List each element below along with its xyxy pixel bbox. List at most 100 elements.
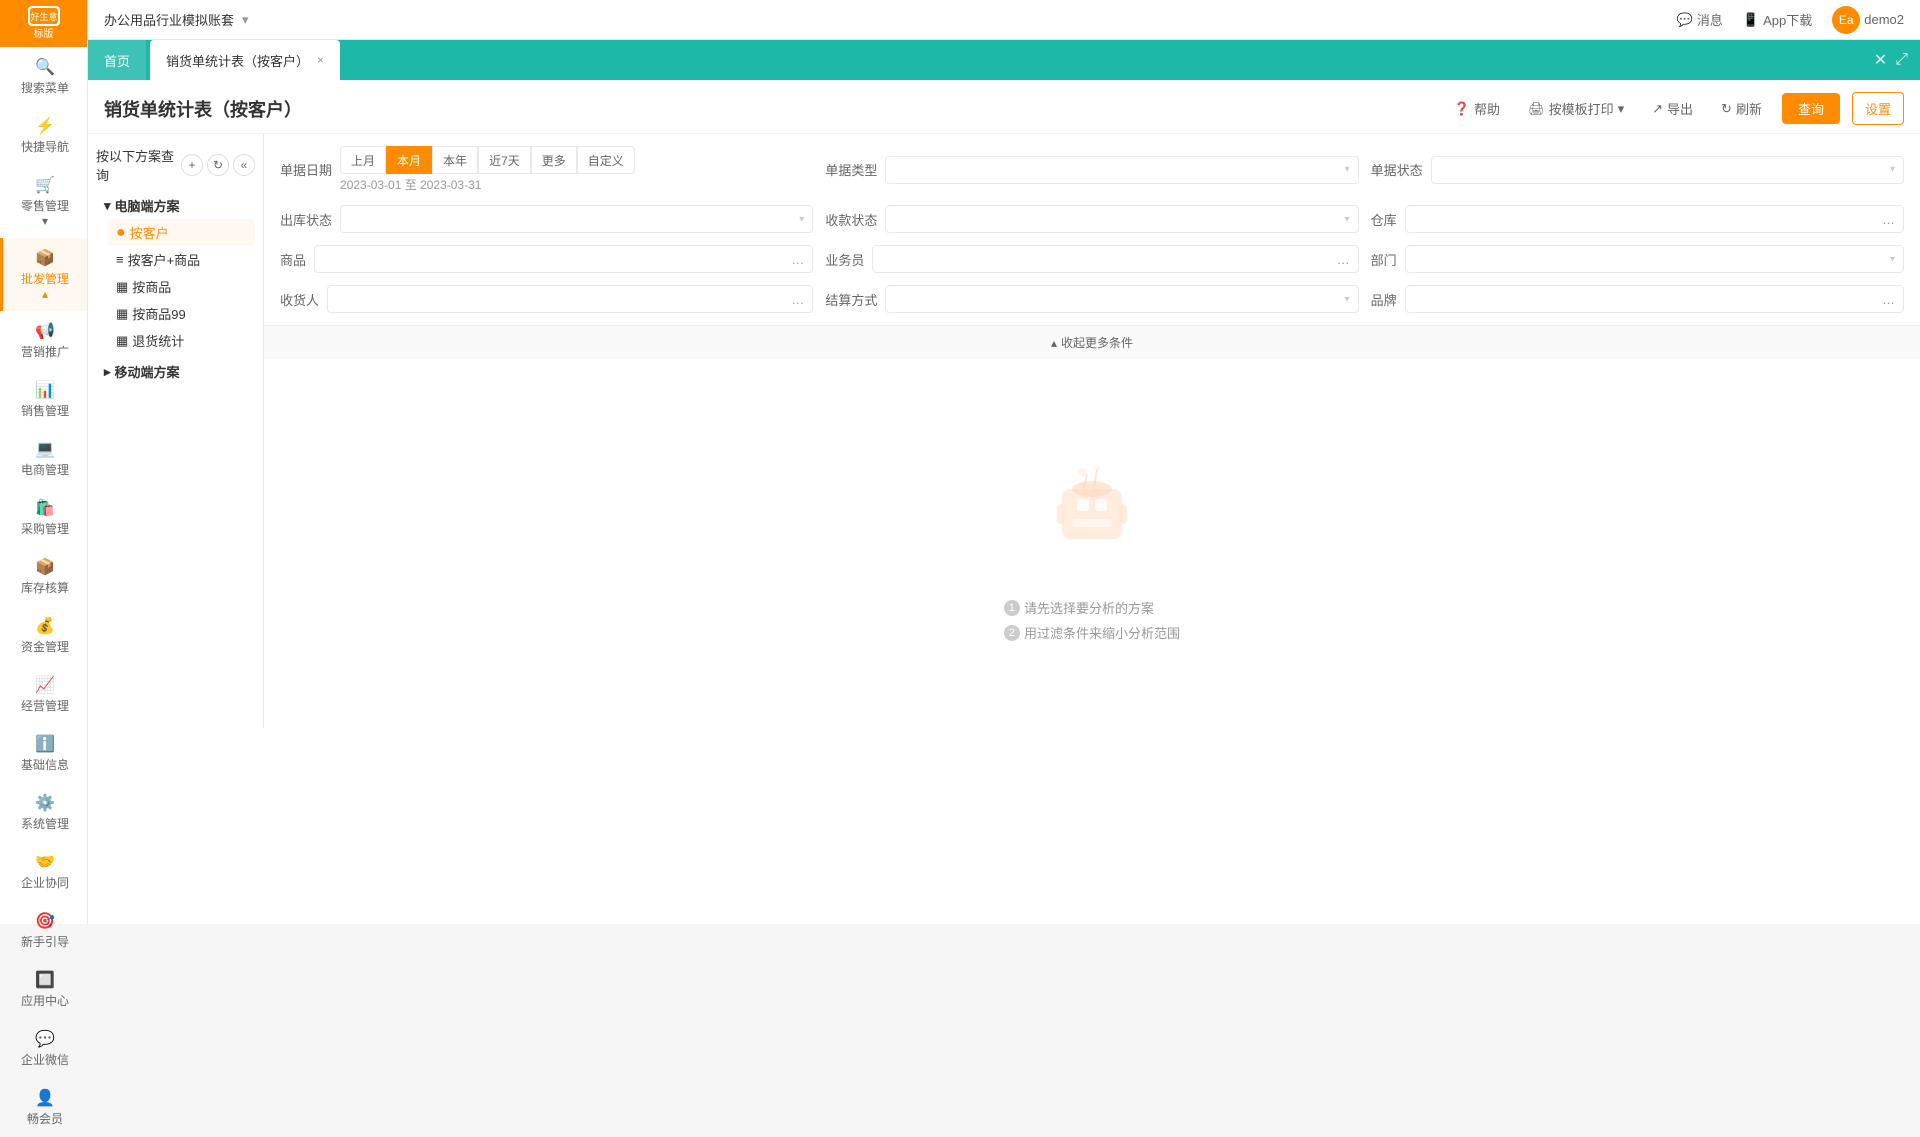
- template-print-button[interactable]: 🖨 按模板打印 ▾: [1520, 95, 1632, 122]
- sidebar-item-label: 营销推广: [7, 343, 83, 360]
- date-last-month[interactable]: 上月: [340, 146, 386, 174]
- dept-select[interactable]: ▾: [1405, 245, 1904, 273]
- message-button[interactable]: 💬 消息: [1677, 10, 1723, 29]
- date-this-month[interactable]: 本月: [386, 146, 432, 174]
- sidebar-item-guide[interactable]: 🎯 新手引导: [0, 901, 87, 960]
- tree-item-by-goods[interactable]: ▦ 按商品: [108, 273, 255, 300]
- receiver-label: 收货人: [280, 290, 319, 309]
- collapse-panel-button[interactable]: «: [233, 154, 255, 176]
- user-menu[interactable]: Ea demo2: [1832, 6, 1904, 34]
- app-download-button[interactable]: 📱 App下载: [1743, 10, 1812, 29]
- date-more[interactable]: 更多: [531, 146, 577, 174]
- tab-home[interactable]: 首页: [88, 40, 146, 80]
- goods-input[interactable]: …: [314, 245, 813, 273]
- sidebar-item-sales[interactable]: 📊 销售管理: [0, 370, 87, 429]
- tree-item-return-stats[interactable]: ▦ 退货统计: [108, 327, 255, 354]
- tree-item-label: 退货统计: [132, 331, 184, 350]
- brand-label: 品牌: [1371, 290, 1397, 309]
- doc-type-select[interactable]: ▾: [885, 156, 1358, 184]
- sidebar-item-retail[interactable]: 🛒 零售管理 ▾: [0, 165, 87, 238]
- export-button[interactable]: ↗ 导出: [1644, 95, 1701, 122]
- sidebar-item-collab[interactable]: 🤝 企业协同: [0, 842, 87, 901]
- staff-filter: 业务员 …: [825, 245, 1358, 273]
- sidebar-item-wechat[interactable]: 💬 企业微信: [0, 1019, 87, 1078]
- goods-filter: 商品 …: [280, 245, 813, 273]
- refresh-scheme-button[interactable]: ↻: [207, 154, 229, 176]
- sidebar-item-label: 系统管理: [7, 815, 83, 832]
- tree-mobile-parent[interactable]: ▸ 移动端方案: [96, 358, 255, 385]
- header-left: 办公用品行业模拟账套 ▾: [104, 10, 249, 29]
- main-area: 办公用品行业模拟账套 ▾ 💬 消息 📱 App下载 Ea demo2 首页 销货…: [88, 0, 1920, 924]
- sidebar-item-label: 电商管理: [7, 461, 83, 478]
- page-header: 销货单统计表（按客户） ❓ 帮助 🖨 按模板打印 ▾ ↗ 导出: [88, 80, 1920, 134]
- sidebar-item-finance[interactable]: 💰 资金管理: [0, 606, 87, 665]
- sidebar-item-inventory[interactable]: 📦 库存核算: [0, 547, 87, 606]
- out-status-control: ▾: [340, 205, 813, 233]
- payment-select[interactable]: ▾: [885, 285, 1358, 313]
- brand-control: …: [1405, 285, 1904, 313]
- sidebar-item-purchase[interactable]: 🛍️ 采购管理: [0, 488, 87, 547]
- tab-sales-report[interactable]: 销货单统计表（按客户） ×: [150, 40, 340, 80]
- sidebar-item-system[interactable]: ⚙️ 系统管理: [0, 783, 87, 842]
- tabs-actions: ✕ ⤢: [1874, 50, 1920, 70]
- sidebar-item-search[interactable]: 🔍 搜索菜单: [0, 47, 87, 106]
- out-status-label: 出库状态: [280, 210, 332, 229]
- pay-status-select[interactable]: ▾: [885, 205, 1358, 233]
- payment-control: ▾: [885, 285, 1358, 313]
- tree-desktop-parent[interactable]: ▾ 电脑端方案: [96, 192, 255, 219]
- warehouse-input[interactable]: …: [1405, 205, 1904, 233]
- staff-control: …: [872, 245, 1358, 273]
- refresh-icon: ↻: [1721, 101, 1732, 117]
- tab-close-icon[interactable]: ×: [317, 53, 324, 67]
- doc-status-select[interactable]: ▾: [1431, 156, 1904, 184]
- tab-close-window-icon[interactable]: ✕: [1874, 50, 1887, 70]
- pay-status-label: 收款状态: [825, 210, 877, 229]
- export-icon: ↗: [1652, 101, 1663, 117]
- left-panel-header: 按以下方案查询 + ↻ «: [96, 146, 255, 184]
- tree-expand-icon: ▸: [104, 364, 111, 380]
- receiver-input[interactable]: …: [327, 285, 813, 313]
- doc-status-chevron-icon: ▾: [1890, 164, 1895, 175]
- brand-input[interactable]: …: [1405, 285, 1904, 313]
- refresh-button[interactable]: ↻ 刷新: [1713, 95, 1770, 122]
- empty-tips: 1 请先选择要分析的方案 2 用过滤条件来缩小分析范围: [1004, 598, 1180, 648]
- sidebar-item-quick[interactable]: ⚡ 快捷导航: [0, 106, 87, 165]
- sidebar-item-appstore[interactable]: 🔲 应用中心: [0, 960, 87, 1019]
- query-button[interactable]: 查询: [1782, 93, 1840, 124]
- tip1-num: 1: [1004, 600, 1020, 616]
- help-button[interactable]: ❓ 帮助: [1446, 95, 1508, 122]
- sidebar-item-operation[interactable]: 📈 经营管理: [0, 665, 87, 724]
- date-this-year[interactable]: 本年: [432, 146, 478, 174]
- sidebar-item-basic[interactable]: ℹ️ 基础信息: [0, 724, 87, 783]
- staff-label: 业务员: [825, 250, 864, 269]
- settings-button[interactable]: 设置: [1852, 92, 1904, 125]
- sidebar-item-ecommerce[interactable]: 💻 电商管理: [0, 429, 87, 488]
- date-custom[interactable]: 自定义: [577, 146, 635, 174]
- tree-item-by-customer-goods[interactable]: ≡ 按客户+商品: [108, 246, 255, 273]
- goods-control: …: [314, 245, 813, 273]
- quick-nav-icon: ⚡: [7, 116, 83, 136]
- date-7days[interactable]: 近7天: [478, 146, 531, 174]
- tip2-text: 用过滤条件来缩小分析范围: [1024, 623, 1180, 642]
- collapse-bar[interactable]: ▴ 收起更多条件: [264, 325, 1920, 359]
- header-dropdown-icon[interactable]: ▾: [242, 12, 249, 28]
- tree-item-by-goods99[interactable]: ▦ 按商品99: [108, 300, 255, 327]
- sidebar-item-label: 经营管理: [7, 697, 83, 714]
- sidebar-item-member[interactable]: 👤 畅会员: [0, 1078, 87, 1137]
- add-scheme-button[interactable]: +: [181, 154, 203, 176]
- page-title: 销货单统计表（按客户）: [104, 96, 302, 122]
- date-range-display: 2023-03-01 至 2023-03-31: [340, 176, 813, 193]
- out-status-select[interactable]: ▾: [340, 205, 813, 233]
- sidebar-item-label: 采购管理: [7, 520, 83, 537]
- tab-maximize-icon[interactable]: ⤢: [1895, 51, 1908, 69]
- sidebar-item-marketing[interactable]: 📢 营销推广: [0, 311, 87, 370]
- pay-status-filter: 收款状态 ▾: [825, 205, 1358, 233]
- print-dropdown-icon: ▾: [1618, 101, 1625, 117]
- empty-state: 1 请先选择要分析的方案 2 用过滤条件来缩小分析范围: [264, 359, 1920, 728]
- brand-dots-icon: …: [1882, 292, 1895, 307]
- retail-arrow-icon: ▾: [7, 214, 83, 228]
- sidebar-item-wholesale[interactable]: 📦 批发管理 ▴: [0, 238, 87, 311]
- tree-item-by-customer[interactable]: ● 按客户: [108, 219, 255, 246]
- staff-input[interactable]: …: [872, 245, 1358, 273]
- date-filter: 单据日期 上月 本月 本年 近7天 更多 自定义: [280, 146, 813, 193]
